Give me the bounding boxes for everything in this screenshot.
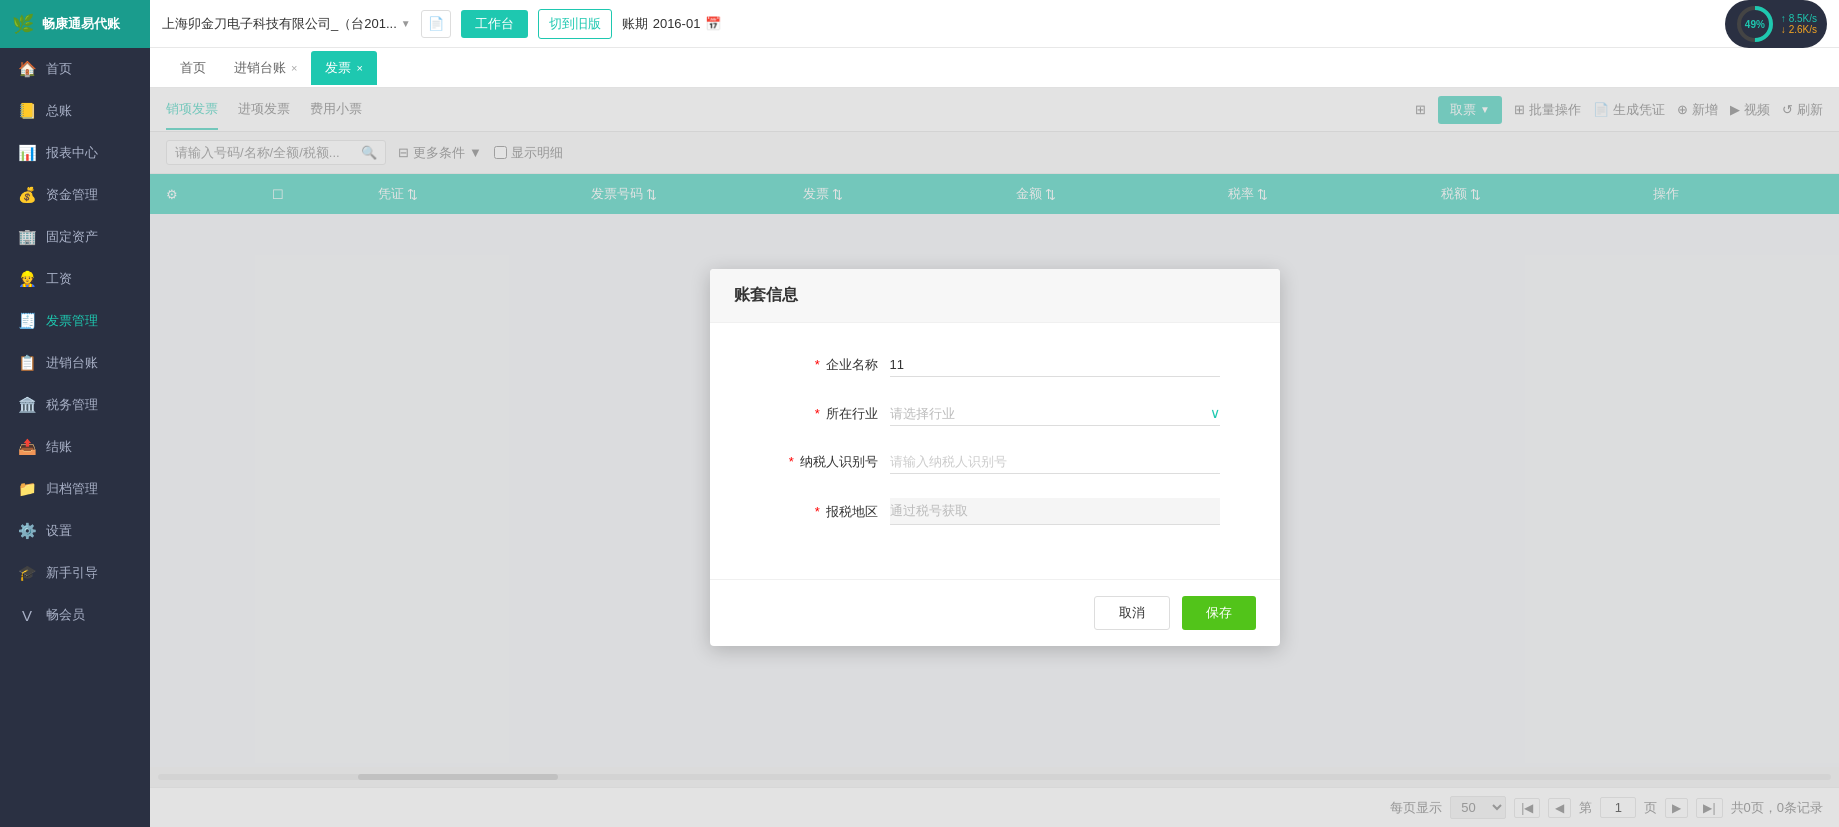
company-selector[interactable]: 上海卯金刀电子科技有限公司_（台201... ▼ xyxy=(162,15,411,33)
sidebar-item-assets[interactable]: 🏢 固定资产 xyxy=(0,216,150,258)
topbar-right: 49% ↑ 8.5K/s ↓ 2.6K/s xyxy=(1725,0,1827,48)
workbench-button[interactable]: 工作台 xyxy=(461,10,528,38)
sidebar-item-sales[interactable]: 📋 进销台账 xyxy=(0,342,150,384)
closing-icon: 📤 xyxy=(18,438,36,456)
modal-title: 账套信息 xyxy=(710,269,1280,323)
tab-home-label: 首页 xyxy=(180,59,206,77)
company-name: 上海卯金刀电子科技有限公司_（台201... xyxy=(162,15,397,33)
period-label: 账期 xyxy=(622,15,648,33)
document-button[interactable]: 📄 xyxy=(421,10,451,38)
tab-invoice-close[interactable]: × xyxy=(356,62,362,74)
period-value: 2016-01 xyxy=(653,16,701,31)
account-info-modal: 账套信息 * 企业名称 * xyxy=(710,269,1280,646)
finance-icon: 💰 xyxy=(18,186,36,204)
tax-icon: 🏛️ xyxy=(18,396,36,414)
sidebar-item-home[interactable]: 🏠 首页 xyxy=(0,48,150,90)
sidebar-item-vip[interactable]: V 畅会员 xyxy=(0,594,150,636)
network-percent: 49% xyxy=(1745,18,1765,29)
industry-label: * 所在行业 xyxy=(770,405,890,423)
tab-sales-ledger-close[interactable]: × xyxy=(291,62,297,74)
company-dropdown-icon: ▼ xyxy=(401,18,411,29)
tab-bar: 首页 进销台账 × 发票 × xyxy=(150,48,1839,88)
sidebar-item-guide[interactable]: 🎓 新手引导 xyxy=(0,552,150,594)
tax-id-row: * 纳税人识别号 xyxy=(770,450,1220,474)
industry-select[interactable]: 请选择行业 xyxy=(890,406,1210,421)
tab-invoice-label: 发票 xyxy=(325,59,351,77)
ledger-icon: 📒 xyxy=(18,102,36,120)
period-display: 账期 2016-01 📅 xyxy=(622,15,722,33)
old-version-button[interactable]: 切到旧版 xyxy=(538,9,612,39)
network-speeds: ↑ 8.5K/s ↓ 2.6K/s xyxy=(1781,13,1817,35)
tab-invoice[interactable]: 发票 × xyxy=(311,51,376,85)
save-button[interactable]: 保存 xyxy=(1182,596,1256,630)
tax-region-display: 通过税号获取 xyxy=(890,498,1220,525)
modal-wrapper: 账套信息 * 企业名称 * xyxy=(150,88,1839,827)
tax-id-label: * 纳税人识别号 xyxy=(770,453,890,471)
payroll-icon: 👷 xyxy=(18,270,36,288)
sidebar-item-settings[interactable]: ⚙️ 设置 xyxy=(0,510,150,552)
tax-region-label: * 报税地区 xyxy=(770,503,890,521)
sales-icon: 📋 xyxy=(18,354,36,372)
sidebar-item-closing[interactable]: 📤 结账 xyxy=(0,426,150,468)
cancel-button[interactable]: 取消 xyxy=(1094,596,1170,630)
content-area: 销项发票 进项发票 费用小票 ⊞ 取票 ▼ ⊞ 批量操作 xyxy=(150,88,1839,827)
company-name-input[interactable] xyxy=(890,353,1220,377)
vip-icon: V xyxy=(18,607,36,624)
sidebar-item-invoice[interactable]: 🧾 发票管理 xyxy=(0,300,150,342)
sidebar: 🌿 畅康通易代账 🏠 首页 📒 总账 📊 报表中心 💰 资金管理 🏢 固定资产 … xyxy=(0,0,150,827)
sidebar-item-reports[interactable]: 📊 报表中心 xyxy=(0,132,150,174)
invoice-icon: 🧾 xyxy=(18,312,36,330)
topbar: 上海卯金刀电子科技有限公司_（台201... ▼ 📄 工作台 切到旧版 账期 2… xyxy=(150,0,1839,48)
sidebar-header: 🌿 畅康通易代账 xyxy=(0,0,150,48)
sidebar-item-tax[interactable]: 🏛️ 税务管理 xyxy=(0,384,150,426)
assets-icon: 🏢 xyxy=(18,228,36,246)
app-logo-icon: 🌿 xyxy=(12,13,34,35)
company-name-row: * 企业名称 xyxy=(770,353,1220,377)
tab-sales-ledger[interactable]: 进销台账 × xyxy=(220,51,311,85)
tax-region-row: * 报税地区 通过税号获取 xyxy=(770,498,1220,525)
reports-icon: 📊 xyxy=(18,144,36,162)
tax-id-input[interactable] xyxy=(890,450,1220,474)
sidebar-item-finance[interactable]: 💰 资金管理 xyxy=(0,174,150,216)
download-speed: ↓ 2.6K/s xyxy=(1781,24,1817,35)
sidebar-item-payroll[interactable]: 👷 工资 xyxy=(0,258,150,300)
upload-speed: ↑ 8.5K/s xyxy=(1781,13,1817,24)
settings-icon: ⚙️ xyxy=(18,522,36,540)
app-title: 畅康通易代账 xyxy=(42,15,120,33)
modal-body: * 企业名称 * 所在行业 xyxy=(710,323,1280,579)
sidebar-item-archive[interactable]: 📁 归档管理 xyxy=(0,468,150,510)
main-area: 上海卯金刀电子科技有限公司_（台201... ▼ 📄 工作台 切到旧版 账期 2… xyxy=(150,0,1839,827)
modal-footer: 取消 保存 xyxy=(710,579,1280,646)
home-icon: 🏠 xyxy=(18,60,36,78)
archive-icon: 📁 xyxy=(18,480,36,498)
sidebar-item-ledger[interactable]: 📒 总账 xyxy=(0,90,150,132)
company-name-label: * 企业名称 xyxy=(770,356,890,374)
industry-dropdown-icon: ∨ xyxy=(1210,405,1220,421)
tab-sales-ledger-label: 进销台账 xyxy=(234,59,286,77)
industry-select-wrap: 请选择行业 ∨ xyxy=(890,401,1220,426)
calendar-icon[interactable]: 📅 xyxy=(705,16,721,31)
guide-icon: 🎓 xyxy=(18,564,36,582)
industry-row: * 所在行业 请选择行业 ∨ xyxy=(770,401,1220,426)
tab-home[interactable]: 首页 xyxy=(166,51,220,85)
